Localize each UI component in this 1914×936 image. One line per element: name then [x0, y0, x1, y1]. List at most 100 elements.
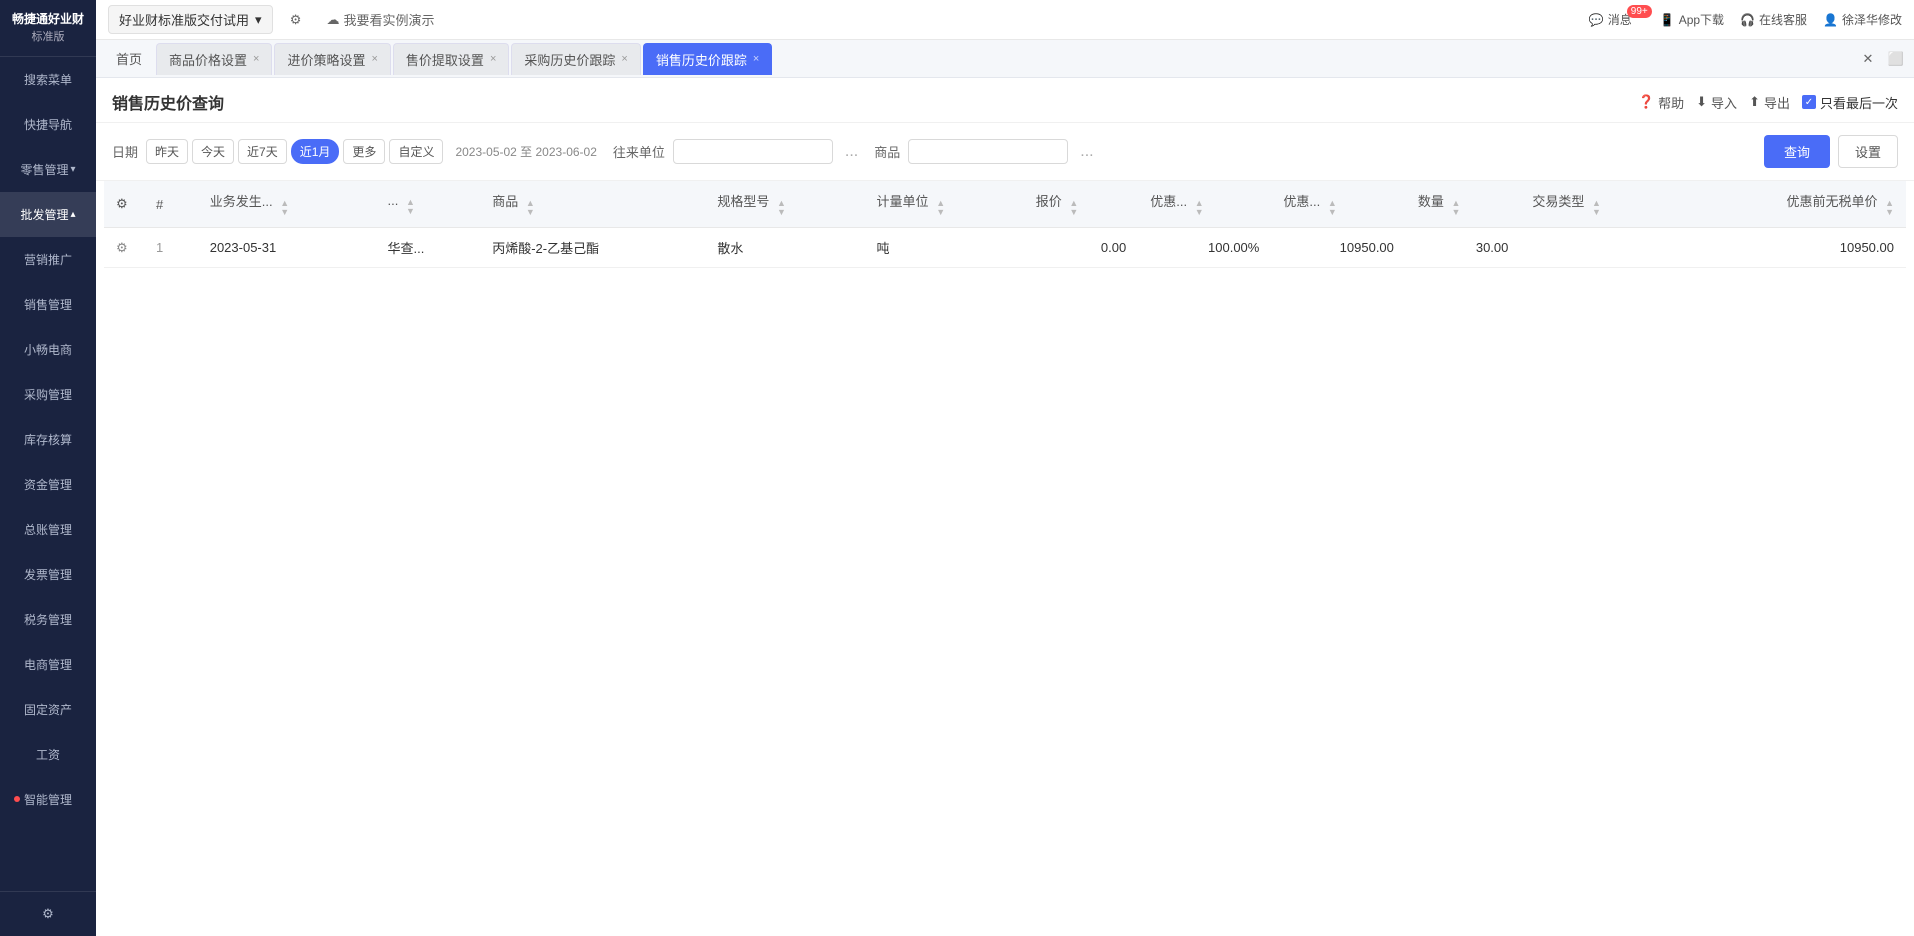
row-date: 2023-05-31 [198, 228, 376, 268]
setting-button[interactable]: 设置 [1838, 135, 1898, 168]
col-discount2-sort-icon: ▲▼ [1328, 199, 1337, 217]
tab-sale-price-close[interactable]: × [490, 53, 496, 65]
col-spec-sort-icon: ▲▼ [777, 199, 786, 217]
row-notax-price: 10950.00 [1680, 228, 1906, 268]
sidebar-item-salary[interactable]: 工资 [0, 732, 96, 777]
sidebar-item-invoice[interactable]: 发票管理 [0, 552, 96, 597]
date-btn-1month[interactable]: 近1月 [291, 139, 340, 164]
sidebar-item-inventory[interactable]: 库存核算 [0, 417, 96, 462]
row-qty: 30.00 [1406, 228, 1520, 268]
row-index: 1 [144, 228, 198, 268]
col-price[interactable]: 报价 ▲▼ [1024, 181, 1138, 228]
sidebar-item-quicknav[interactable]: 快捷导航 [0, 102, 96, 147]
retail-arrow-icon: ▾ [70, 164, 75, 175]
sidebar-item-purchase[interactable]: 采购管理 [0, 372, 96, 417]
logo-sub: 标准版 [32, 28, 65, 44]
sidebar-item-ecommerce[interactable]: 电商管理 [0, 642, 96, 687]
help-link[interactable]: ❓ 帮助 [1638, 93, 1684, 112]
date-btn-more[interactable]: 更多 [343, 139, 385, 164]
wholesale-arrow-icon: ▴ [70, 209, 75, 220]
tab-purchase-strategy[interactable]: 进价策略设置 × [274, 43, 390, 75]
user-menu-button[interactable]: 👤 徐泽华修改 [1823, 11, 1902, 28]
sidebar-item-ledger[interactable]: 总账管理 [0, 507, 96, 552]
last-only-checkbox[interactable]: ✓ 只看最后一次 [1802, 93, 1898, 112]
version-text: 好业财标准版交付试用 [119, 10, 249, 29]
col-notax-price[interactable]: 优惠前无税单价 ▲▼ [1680, 181, 1906, 228]
col-spec[interactable]: 规格型号 ▲▼ [705, 181, 864, 228]
col-discount2[interactable]: 优惠... ▲▼ [1271, 181, 1406, 228]
tab-sale-history-label: 销售历史价跟踪 [656, 50, 747, 69]
row-price: 0.00 [1024, 228, 1138, 268]
source-more-icon[interactable]: ... [845, 143, 858, 161]
tab-purchase-history-close[interactable]: × [621, 53, 627, 65]
tab-sale-history-close[interactable]: × [753, 53, 759, 65]
col-price-sort-icon: ▲▼ [1069, 199, 1078, 217]
maximize-window-button[interactable]: ⬜ [1886, 49, 1906, 69]
tab-product-price-label: 商品价格设置 [169, 50, 247, 69]
sidebar-item-ai[interactable]: 智能管理 [0, 777, 96, 822]
row-gear[interactable]: ⚙ [104, 228, 144, 268]
col-trade-type[interactable]: 交易类型 ▲▼ [1520, 181, 1679, 228]
sidebar-item-marketing[interactable]: 营销推广 [0, 237, 96, 282]
headset-icon: 🎧 [1740, 13, 1755, 27]
date-btn-yesterday[interactable]: 昨天 [146, 139, 188, 164]
date-buttons: 昨天 今天 近7天 近1月 更多 自定义 [146, 139, 443, 164]
sidebar-item-tax[interactable]: 税务管理 [0, 597, 96, 642]
app-download-button[interactable]: 📱 App下载 [1660, 11, 1724, 28]
col-notax-sort-icon: ▲▼ [1885, 199, 1894, 217]
sidebar-item-retail[interactable]: 零售管理 ▾ [0, 147, 96, 192]
product-input[interactable] [908, 139, 1068, 164]
query-button[interactable]: 查询 [1764, 135, 1830, 168]
col-product[interactable]: 商品 ▲▼ [480, 181, 705, 228]
col-extra[interactable]: ... ▲▼ [376, 181, 481, 228]
source-input[interactable] [673, 139, 833, 164]
demo-link[interactable]: ☁ 我要看实例演示 [327, 10, 435, 29]
date-btn-custom[interactable]: 自定义 [389, 139, 443, 164]
table-body: ⚙ 1 2023-05-31 华查... 丙烯酸-2-乙基己酯 散水 吨 0.0… [104, 228, 1906, 268]
col-date[interactable]: 业务发生... ▲▼ [198, 181, 376, 228]
tab-purchase-history[interactable]: 采购历史价跟踪 × [511, 43, 640, 75]
tab-sale-history[interactable]: 销售历史价跟踪 × [643, 43, 772, 75]
ai-dot-icon [14, 796, 20, 802]
col-discount1[interactable]: 优惠... ▲▼ [1138, 181, 1271, 228]
sidebar-item-assets[interactable]: 固定资产 [0, 687, 96, 732]
sidebar-item-finance[interactable]: 资金管理 [0, 462, 96, 507]
col-settings[interactable]: ⚙ [104, 181, 144, 228]
col-unit[interactable]: 计量单位 ▲▼ [865, 181, 1024, 228]
table-header-row: ⚙ # 业务发生... ▲▼ ... ▲▼ [104, 181, 1906, 228]
date-btn-7days[interactable]: 近7天 [238, 139, 287, 164]
product-filter-group: 商品 ... [874, 139, 1093, 164]
tab-home[interactable]: 首页 [104, 43, 154, 75]
sidebar: 畅捷通好业财 标准版 搜索菜单 快捷导航 零售管理 ▾ 批发管理 ▴ 营销推广 … [0, 0, 96, 936]
tab-purchase-strategy-close[interactable]: × [371, 53, 377, 65]
version-selector[interactable]: 好业财标准版交付试用 ▾ [108, 5, 273, 34]
main-area: 好业财标准版交付试用 ▾ ⚙ ☁ 我要看实例演示 💬 消息 99+ 📱 App下… [96, 0, 1914, 936]
col-qty[interactable]: 数量 ▲▼ [1406, 181, 1520, 228]
sidebar-item-sales[interactable]: 销售管理 [0, 282, 96, 327]
close-window-button[interactable]: ✕ [1858, 49, 1878, 69]
import-link[interactable]: ⬇ 导入 [1696, 93, 1737, 112]
tab-product-price-close[interactable]: × [253, 53, 259, 65]
message-badge: 99+ [1627, 5, 1652, 18]
sidebar-item-search[interactable]: 搜索菜单 [0, 57, 96, 102]
tabs-bar: 首页 商品价格设置 × 进价策略设置 × 售价提取设置 × 采购历史价跟踪 × … [96, 40, 1914, 78]
export-link[interactable]: ⬆ 导出 [1749, 93, 1790, 112]
logo-text: 畅捷通好业财 [12, 12, 84, 28]
settings-gear-icon[interactable]: ⚙ [281, 5, 311, 35]
sidebar-item-ecommerce-xiao[interactable]: 小畅电商 [0, 327, 96, 372]
col-date-sort-icon: ▲▼ [280, 199, 289, 217]
online-service-button[interactable]: 🎧 在线客服 [1740, 11, 1807, 28]
sidebar-gear-button[interactable]: ⚙ [0, 892, 96, 936]
message-button[interactable]: 💬 消息 99+ [1589, 11, 1644, 28]
cloud-icon: ☁ [327, 12, 340, 28]
product-label: 商品 [874, 142, 900, 161]
row-discount2: 10950.00 [1271, 228, 1406, 268]
tab-sale-price[interactable]: 售价提取设置 × [393, 43, 509, 75]
col-product-sort-icon: ▲▼ [526, 199, 535, 217]
product-more-icon[interactable]: ... [1080, 143, 1093, 161]
checkbox-icon: ✓ [1802, 95, 1816, 109]
date-btn-today[interactable]: 今天 [192, 139, 234, 164]
tab-product-price[interactable]: 商品价格设置 × [156, 43, 272, 75]
page-title: 销售历史价查询 [112, 90, 224, 114]
sidebar-item-wholesale[interactable]: 批发管理 ▴ [0, 192, 96, 237]
